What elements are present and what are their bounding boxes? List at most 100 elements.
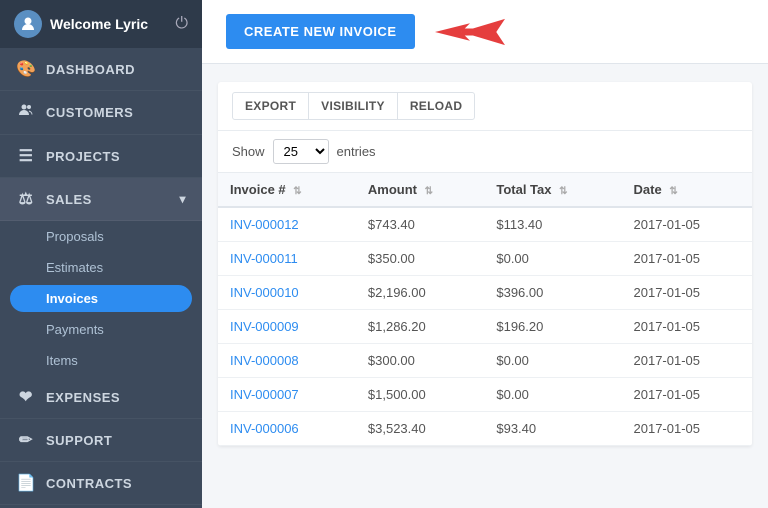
customers-icon [16, 102, 36, 123]
invoice-link[interactable]: INV-000007 [230, 387, 299, 402]
sidebar-item-payments[interactable]: Payments [0, 314, 202, 345]
total-tax-cell: $0.00 [484, 344, 621, 378]
arrow-indicator [435, 17, 505, 47]
sidebar-item-label: DASHBOARD [46, 62, 135, 77]
sidebar-item-items[interactable]: Items [0, 345, 202, 376]
table-row: INV-000007 $1,500.00 $0.00 2017-01-05 [218, 378, 752, 412]
col-header-total-tax: Total Tax ⇅ [484, 173, 621, 207]
invoice-link[interactable]: INV-000012 [230, 217, 299, 232]
sidebar-item-label: EXPENSES [46, 390, 120, 405]
visibility-button[interactable]: VISIBILITY [308, 92, 398, 120]
total-tax-cell: $396.00 [484, 276, 621, 310]
total-tax-cell: $0.00 [484, 378, 621, 412]
amount-cell: $2,196.00 [356, 276, 484, 310]
sidebar-item-estimates[interactable]: Estimates [0, 252, 202, 283]
table-row: INV-000009 $1,286.20 $196.20 2017-01-05 [218, 310, 752, 344]
invoice-cell: INV-000009 [218, 310, 356, 344]
amount-cell: $743.40 [356, 207, 484, 242]
entries-row: Show 25 50 100 entries [218, 131, 752, 173]
total-tax-cell: $113.40 [484, 207, 621, 242]
invoice-link[interactable]: INV-000006 [230, 421, 299, 436]
expenses-icon: ❤ [16, 387, 36, 407]
invoice-cell: INV-000010 [218, 276, 356, 310]
sidebar-item-label: PROJECTS [46, 149, 120, 164]
dashboard-icon: 🎨 [16, 59, 36, 79]
table-row: INV-000006 $3,523.40 $93.40 2017-01-05 [218, 412, 752, 446]
contracts-icon: 📄 [16, 473, 36, 493]
amount-cell: $300.00 [356, 344, 484, 378]
sidebar-item-customers[interactable]: CUSTOMERS [0, 91, 202, 135]
sidebar-item-invoices[interactable]: Invoices [10, 285, 192, 312]
table-row: INV-000011 $350.00 $0.00 2017-01-05 [218, 242, 752, 276]
invoice-cell: INV-000011 [218, 242, 356, 276]
projects-icon: ☰ [16, 146, 36, 166]
total-tax-cell: $93.40 [484, 412, 621, 446]
amount-cell: $1,286.20 [356, 310, 484, 344]
col-header-date: Date ⇅ [622, 173, 752, 207]
sidebar-item-sales[interactable]: ⚖ SALES ▾ [0, 178, 202, 221]
table-row: INV-000008 $300.00 $0.00 2017-01-05 [218, 344, 752, 378]
sidebar-item-label: SUPPORT [46, 433, 112, 448]
invoice-cell: INV-000007 [218, 378, 356, 412]
sidebar-item-label: CUSTOMERS [46, 105, 133, 120]
show-label: Show [232, 144, 265, 159]
sales-sub-menu: Proposals Estimates Invoices Payments It… [0, 221, 202, 376]
sort-icon[interactable]: ⇅ [559, 186, 567, 197]
table-card: EXPORT VISIBILITY RELOAD Show 25 50 100 … [218, 82, 752, 446]
sidebar-item-expenses[interactable]: ❤ EXPENSES [0, 376, 202, 419]
chevron-down-icon: ▾ [179, 192, 186, 206]
date-cell: 2017-01-05 [622, 412, 752, 446]
sales-icon: ⚖ [16, 189, 36, 209]
power-icon[interactable]: ⏻ [175, 15, 188, 33]
top-bar: CREATE NEW INVOICE [202, 0, 768, 64]
entries-label: entries [337, 144, 376, 159]
amount-cell: $350.00 [356, 242, 484, 276]
invoice-cell: INV-000006 [218, 412, 356, 446]
sidebar-header: Welcome Lyric ⏻ [0, 0, 202, 48]
date-cell: 2017-01-05 [622, 276, 752, 310]
welcome-title: Welcome Lyric [50, 16, 148, 32]
user-icon [14, 10, 42, 38]
table-row: INV-000012 $743.40 $113.40 2017-01-05 [218, 207, 752, 242]
date-cell: 2017-01-05 [622, 242, 752, 276]
entries-select[interactable]: 25 50 100 [273, 139, 329, 164]
invoice-cell: INV-000008 [218, 344, 356, 378]
invoice-link[interactable]: INV-000009 [230, 319, 299, 334]
date-cell: 2017-01-05 [622, 207, 752, 242]
sidebar: Welcome Lyric ⏻ 🎨 DASHBOARD CUSTOMERS ☰ … [0, 0, 202, 508]
table-header-row: Invoice # ⇅ Amount ⇅ Total Tax ⇅ Date [218, 173, 752, 207]
total-tax-cell: $0.00 [484, 242, 621, 276]
sidebar-item-proposals[interactable]: Proposals [0, 221, 202, 252]
sidebar-item-projects[interactable]: ☰ PROJECTS [0, 135, 202, 178]
invoice-link[interactable]: INV-000010 [230, 285, 299, 300]
support-icon: ✏ [16, 430, 36, 450]
col-header-amount: Amount ⇅ [356, 173, 484, 207]
date-cell: 2017-01-05 [622, 344, 752, 378]
content-area: EXPORT VISIBILITY RELOAD Show 25 50 100 … [202, 64, 768, 508]
sort-icon[interactable]: ⇅ [293, 186, 301, 197]
invoices-table: Invoice # ⇅ Amount ⇅ Total Tax ⇅ Date [218, 173, 752, 446]
sort-icon[interactable]: ⇅ [425, 186, 433, 197]
amount-cell: $3,523.40 [356, 412, 484, 446]
sidebar-item-contracts[interactable]: 📄 CONTRACTS [0, 462, 202, 505]
sidebar-item-dashboard[interactable]: 🎨 DASHBOARD [0, 48, 202, 91]
table-toolbar: EXPORT VISIBILITY RELOAD [218, 82, 752, 131]
main-content: CREATE NEW INVOICE EXPORT VISIBILITY REL… [202, 0, 768, 508]
invoice-link[interactable]: INV-000008 [230, 353, 299, 368]
total-tax-cell: $196.20 [484, 310, 621, 344]
reload-button[interactable]: RELOAD [397, 92, 475, 120]
sidebar-item-label: CONTRACTS [46, 476, 132, 491]
invoice-cell: INV-000012 [218, 207, 356, 242]
invoice-link[interactable]: INV-000011 [230, 251, 298, 266]
date-cell: 2017-01-05 [622, 310, 752, 344]
create-invoice-button[interactable]: CREATE NEW INVOICE [226, 14, 415, 49]
col-header-invoice: Invoice # ⇅ [218, 173, 356, 207]
export-button[interactable]: EXPORT [232, 92, 309, 120]
date-cell: 2017-01-05 [622, 378, 752, 412]
sidebar-item-label: SALES [46, 192, 92, 207]
amount-cell: $1,500.00 [356, 378, 484, 412]
sidebar-item-support[interactable]: ✏ SUPPORT [0, 419, 202, 462]
sort-icon[interactable]: ⇅ [669, 186, 677, 197]
sidebar-header-left: Welcome Lyric [14, 10, 148, 38]
table-row: INV-000010 $2,196.00 $396.00 2017-01-05 [218, 276, 752, 310]
